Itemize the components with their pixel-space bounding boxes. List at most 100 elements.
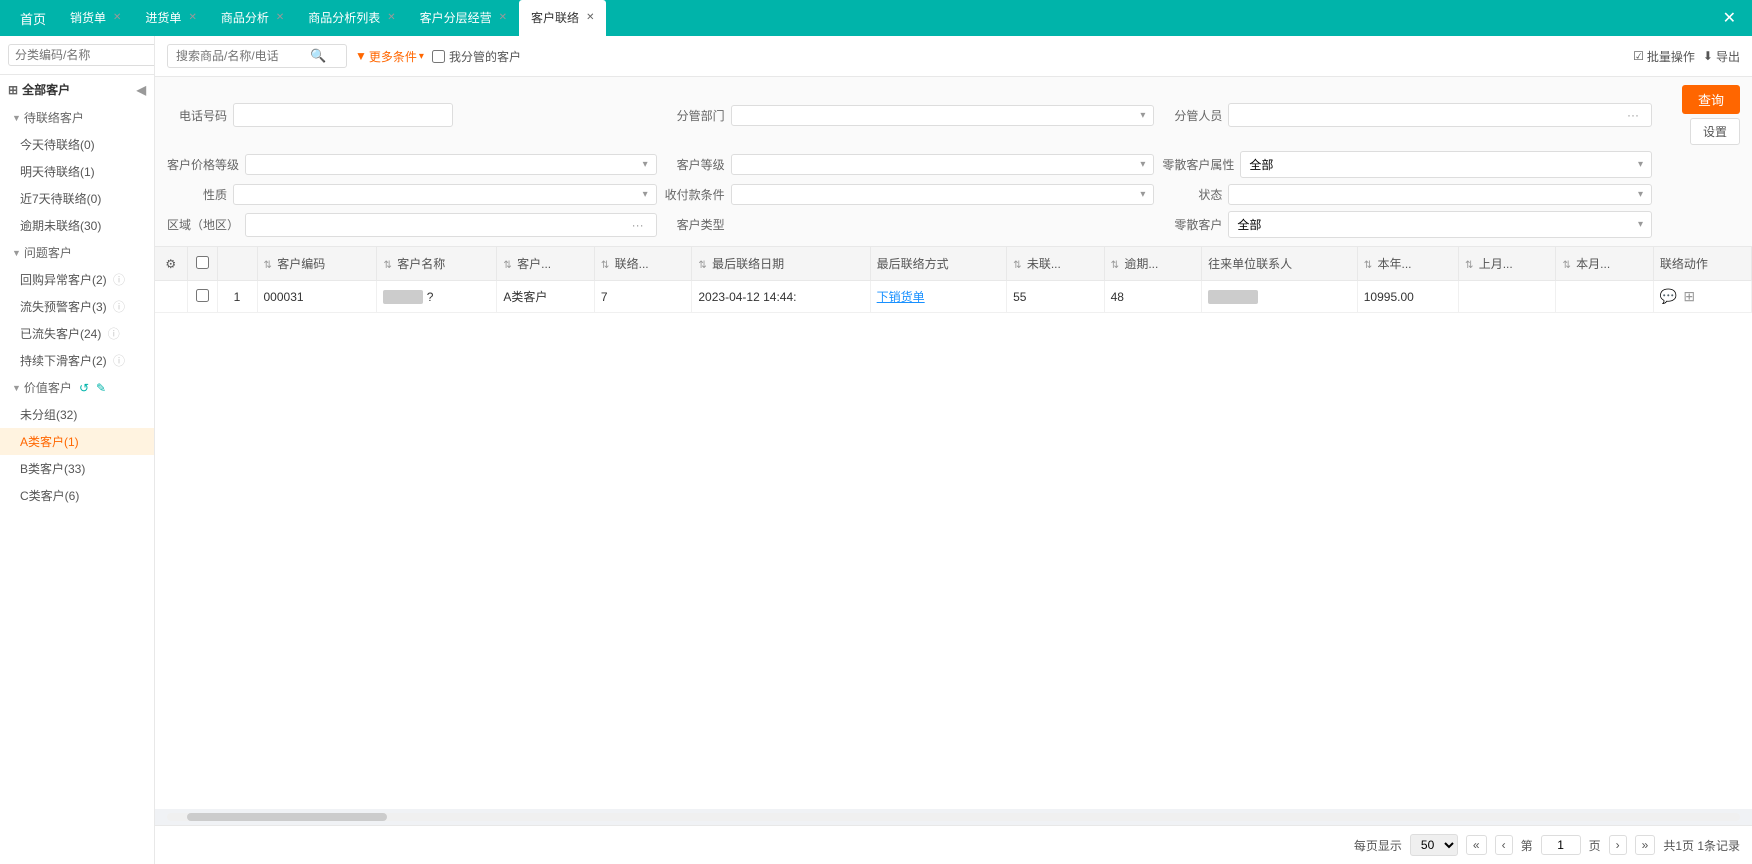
close-tab-客户联络-icon[interactable]: ✕: [586, 0, 594, 36]
nav-tab-销货单[interactable]: 销货单 ✕: [58, 0, 133, 36]
col-name-header[interactable]: ⇅ 客户名称: [377, 247, 497, 281]
col-contact-header[interactable]: ⇅ 联络...: [594, 247, 691, 281]
sidebar-item-今天待联络[interactable]: 今天待联络(0): [0, 131, 154, 158]
export-button[interactable]: ⬇ 导出: [1703, 48, 1740, 65]
status-select[interactable]: ▾: [1228, 184, 1652, 205]
batch-op-button[interactable]: ☑ 批量操作: [1633, 48, 1695, 65]
sidebar-item-明天待联络[interactable]: 明天待联络(1): [0, 158, 154, 185]
phone-field: 电话号码: [167, 103, 657, 127]
phone-input[interactable]: [233, 103, 453, 127]
region-select[interactable]: ···: [245, 213, 657, 237]
query-actions-col: 查询 设置: [1660, 85, 1740, 145]
category-search-input[interactable]: [8, 44, 155, 66]
nav-tab-客户联络[interactable]: 客户联络 ✕: [519, 0, 606, 36]
all-customers-header[interactable]: ⊞ 全部客户 ◀: [0, 75, 154, 104]
horizontal-scrollbar-thumb[interactable]: [187, 813, 387, 821]
my-customers-checkbox[interactable]: [432, 50, 445, 63]
sidebar-item-C类客户[interactable]: C类客户(6): [0, 482, 154, 509]
staff-select[interactable]: ···: [1228, 103, 1652, 127]
row-seq: 1: [217, 281, 257, 313]
page-number-input[interactable]: [1541, 835, 1581, 855]
nav-tab-客户分层经营[interactable]: 客户分层经营 ✕: [408, 0, 519, 36]
col-code-header[interactable]: ⇅ 客户编码: [257, 247, 377, 281]
nav-home[interactable]: 首页: [8, 9, 58, 28]
staff-field: 分管人员 ···: [1162, 103, 1652, 127]
close-window-icon[interactable]: ✕: [1715, 8, 1744, 28]
first-page-button[interactable]: «: [1466, 835, 1487, 855]
col-unit-contact-header[interactable]: 往来单位联系人: [1202, 247, 1358, 281]
sidebar-item-A类客户[interactable]: A类客户(1): [0, 428, 154, 455]
next-page-button[interactable]: ›: [1609, 835, 1627, 855]
close-tab-商品分析列表-icon[interactable]: ✕: [387, 0, 395, 36]
row-contact: 7: [594, 281, 691, 313]
query-button[interactable]: 查询: [1682, 85, 1740, 114]
col-type-header[interactable]: ⇅ 客户...: [497, 247, 594, 281]
last-page-button[interactable]: »: [1635, 835, 1656, 855]
page-label2: 页: [1589, 837, 1601, 854]
nav-tab-商品分析[interactable]: 商品分析 ✕: [209, 0, 296, 36]
sidebar-item-B类客户[interactable]: B类客户(33): [0, 455, 154, 482]
close-tab-进货单-icon[interactable]: ✕: [188, 0, 196, 36]
data-table-wrapper: ⚙ ⇅ 客户编码 ⇅ 客户名称: [155, 247, 1752, 809]
sort-icon: ⇅: [503, 260, 511, 271]
qr-icon[interactable]: ⊞: [1683, 288, 1695, 305]
customer-grade-select[interactable]: ▾: [731, 154, 1155, 175]
sidebar-collapse-icon[interactable]: ◀: [137, 83, 146, 97]
settings-button[interactable]: 设置: [1690, 118, 1740, 145]
sidebar-item-流失预警客户[interactable]: 流失预警客户(3) ⓘ: [0, 293, 154, 320]
page-label: 第: [1521, 837, 1533, 854]
refresh-icon[interactable]: ↺: [79, 381, 89, 395]
close-tab-销货单-icon[interactable]: ✕: [113, 0, 121, 36]
prev-page-button[interactable]: ‹: [1495, 835, 1513, 855]
row-checkbox[interactable]: [196, 289, 209, 302]
main-search-input[interactable]: [176, 49, 306, 63]
page-size-select[interactable]: 50: [1410, 834, 1458, 856]
main-search-icon[interactable]: 🔍: [310, 48, 326, 64]
col-last-contact-method-header[interactable]: 最后联络方式: [870, 247, 1006, 281]
message-icon[interactable]: 💬: [1660, 288, 1677, 305]
sidebar-item-回购异常客户[interactable]: 回购异常客户(2) ⓘ: [0, 266, 154, 293]
info-icon: ⓘ: [113, 273, 125, 287]
sidebar-item-持续下滑客户[interactable]: 持续下滑客户(2) ⓘ: [0, 347, 154, 374]
retail-customer-select[interactable]: 全部 ▾: [1228, 211, 1652, 238]
dept-select[interactable]: ▾: [731, 105, 1155, 126]
close-tab-客户分层经营-icon[interactable]: ✕: [499, 0, 507, 36]
chevron-down-icon: ▾: [1140, 110, 1145, 121]
group-价值客户[interactable]: ▼ 价值客户 ↺ ✎: [0, 374, 154, 401]
col-settings[interactable]: ⚙: [155, 247, 187, 281]
horizontal-scrollbar-track[interactable]: [167, 813, 1740, 821]
col-last-contact-date-header[interactable]: ⇅ 最后联络日期: [692, 247, 870, 281]
nature-field: 性质 ▾: [167, 184, 657, 205]
info-icon: ⓘ: [113, 300, 125, 314]
group-问题客户[interactable]: ▼ 问题客户: [0, 239, 154, 266]
close-tab-商品分析-icon[interactable]: ✕: [276, 0, 284, 36]
col-no-contact-header[interactable]: ⇅ 未联...: [1007, 247, 1104, 281]
nature-select[interactable]: ▾: [233, 184, 657, 205]
more-filters-button[interactable]: ▼ 更多条件 ▾: [355, 48, 424, 65]
my-customers-checkbox-label[interactable]: 我分管的客户: [432, 48, 521, 65]
dots-icon[interactable]: ···: [1623, 108, 1643, 122]
nav-tab-商品分析列表[interactable]: 商品分析列表 ✕: [296, 0, 407, 36]
col-this-year-header[interactable]: ⇅ 本年...: [1357, 247, 1458, 281]
payment-field: 收付款条件 ▾: [665, 184, 1155, 205]
sidebar-item-逾期未联络[interactable]: 逾期未联络(30): [0, 212, 154, 239]
payment-select[interactable]: ▾: [731, 184, 1155, 205]
dots-icon[interactable]: ···: [628, 218, 648, 232]
retail-attr-select[interactable]: 全部 ▾: [1240, 151, 1652, 178]
sidebar-item-已流失客户[interactable]: 已流失客户(24) ⓘ: [0, 320, 154, 347]
sidebar-item-未分组[interactable]: 未分组(32): [0, 401, 154, 428]
edit-icon[interactable]: ✎: [96, 381, 106, 395]
price-grade-select[interactable]: ▾: [245, 154, 657, 175]
customer-type-select[interactable]: [731, 221, 1155, 229]
contact-method-link[interactable]: 下销货单: [877, 290, 925, 304]
col-this-month-header[interactable]: ⇅ 本月...: [1556, 247, 1653, 281]
group-待联络客户[interactable]: ▼ 待联络客户: [0, 104, 154, 131]
col-overdue-header[interactable]: ⇅ 逾期...: [1104, 247, 1201, 281]
page-size-label: 每页显示: [1354, 837, 1402, 854]
sort-icon: ⇅: [1013, 260, 1021, 271]
col-last-month-header[interactable]: ⇅ 上月...: [1458, 247, 1555, 281]
payment-label: 收付款条件: [665, 186, 725, 203]
sidebar-item-近7天待联络[interactable]: 近7天待联络(0): [0, 185, 154, 212]
nav-tab-进货单[interactable]: 进货单 ✕: [133, 0, 208, 36]
select-all-checkbox[interactable]: [196, 256, 209, 269]
